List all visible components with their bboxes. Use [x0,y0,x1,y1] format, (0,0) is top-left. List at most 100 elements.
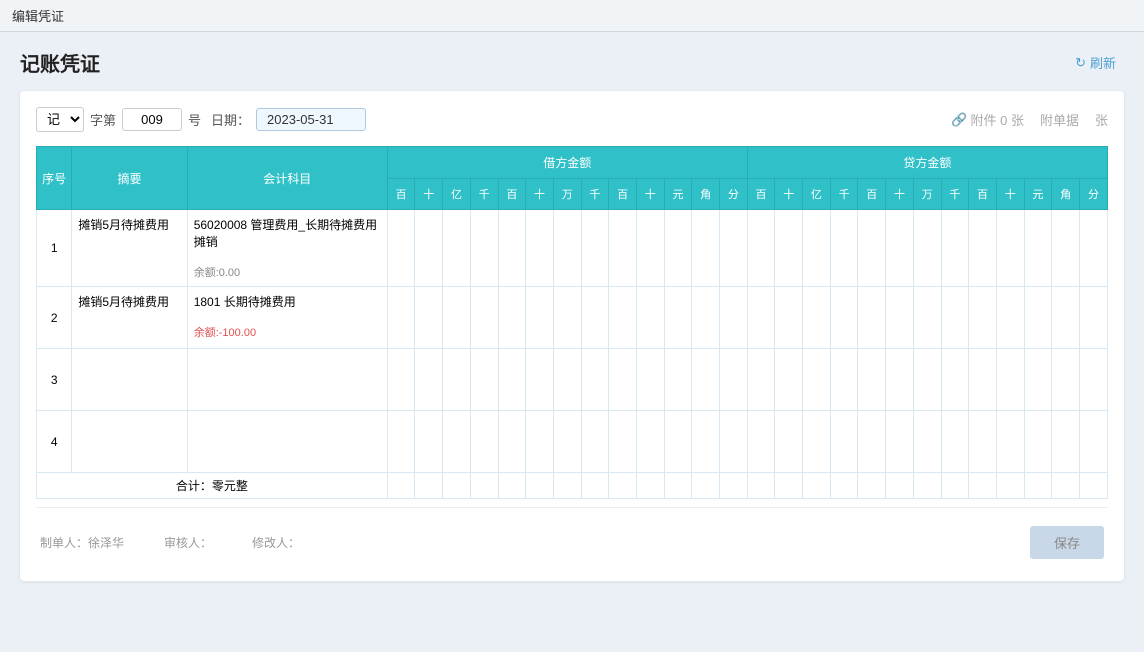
cell-amount-1-1[interactable] [415,287,443,349]
cell-amount-3-25[interactable] [1079,411,1107,473]
cell-amount-2-17[interactable] [858,349,886,411]
cell-account-3[interactable] [187,411,387,473]
cell-amount-1-17[interactable] [858,287,886,349]
cell-amount-0-11[interactable] [692,210,720,287]
cell-amount-1-5[interactable] [526,287,554,349]
cell-amount-1-21[interactable] [969,287,997,349]
cell-amount-2-20[interactable] [941,349,969,411]
cell-amount-0-16[interactable] [830,210,858,287]
cell-amount-1-2[interactable] [443,287,471,349]
cell-amount-3-7[interactable] [581,411,609,473]
cell-amount-3-21[interactable] [969,411,997,473]
table-row[interactable]: 4 [37,411,1108,473]
cell-amount-3-2[interactable] [443,411,471,473]
cell-amount-0-9[interactable] [636,210,664,287]
cell-amount-0-22[interactable] [996,210,1024,287]
cell-amount-3-23[interactable] [1024,411,1052,473]
cell-amount-3-1[interactable] [415,411,443,473]
save-button[interactable]: 保存 [1030,526,1104,559]
cell-amount-1-12[interactable] [720,287,748,349]
cell-amount-3-0[interactable] [387,411,415,473]
cell-amount-0-7[interactable] [581,210,609,287]
cell-summary-3[interactable] [72,411,187,473]
cell-amount-2-12[interactable] [720,349,748,411]
cell-amount-1-19[interactable] [913,287,941,349]
cell-summary-2[interactable] [72,349,187,411]
cell-amount-3-16[interactable] [830,411,858,473]
attachment-link[interactable]: 🔗 附件 0 张 [951,110,1024,129]
table-row[interactable]: 1摊销5月待摊费用56020008 管理费用_长期待摊费用摊销余额:0.00 [37,210,1108,287]
cell-amount-2-25[interactable] [1079,349,1107,411]
cell-amount-1-7[interactable] [581,287,609,349]
cell-amount-0-17[interactable] [858,210,886,287]
cell-amount-2-10[interactable] [664,349,692,411]
cell-amount-3-6[interactable] [553,411,581,473]
cell-amount-1-3[interactable] [470,287,498,349]
cell-amount-0-10[interactable] [664,210,692,287]
cell-amount-1-9[interactable] [636,287,664,349]
cell-amount-2-21[interactable] [969,349,997,411]
cell-amount-1-16[interactable] [830,287,858,349]
cell-amount-3-11[interactable] [692,411,720,473]
cell-account-0[interactable]: 56020008 管理费用_长期待摊费用摊销余额:0.00 [187,210,387,287]
cell-amount-1-20[interactable] [941,287,969,349]
cell-amount-3-4[interactable] [498,411,526,473]
cell-amount-0-1[interactable] [415,210,443,287]
table-row[interactable]: 3 [37,349,1108,411]
cell-amount-3-10[interactable] [664,411,692,473]
cell-amount-1-22[interactable] [996,287,1024,349]
cell-amount-0-13[interactable] [747,210,775,287]
cell-amount-1-13[interactable] [747,287,775,349]
cell-amount-2-19[interactable] [913,349,941,411]
cell-amount-0-0[interactable] [387,210,415,287]
cell-amount-2-11[interactable] [692,349,720,411]
cell-amount-0-8[interactable] [609,210,637,287]
cell-amount-1-10[interactable] [664,287,692,349]
cell-account-2[interactable] [187,349,387,411]
cell-amount-2-9[interactable] [636,349,664,411]
cell-amount-0-18[interactable] [886,210,914,287]
cell-amount-0-23[interactable] [1024,210,1052,287]
cell-amount-2-1[interactable] [415,349,443,411]
cell-amount-0-5[interactable] [526,210,554,287]
cell-amount-1-6[interactable] [553,287,581,349]
voucher-number-input[interactable] [122,108,182,131]
cell-amount-1-18[interactable] [886,287,914,349]
cell-amount-2-7[interactable] [581,349,609,411]
cell-amount-0-4[interactable] [498,210,526,287]
cell-amount-1-4[interactable] [498,287,526,349]
cell-amount-2-15[interactable] [803,349,831,411]
cell-amount-1-8[interactable] [609,287,637,349]
cell-amount-2-5[interactable] [526,349,554,411]
cell-amount-3-5[interactable] [526,411,554,473]
cell-amount-3-19[interactable] [913,411,941,473]
cell-amount-0-14[interactable] [775,210,803,287]
cell-amount-3-22[interactable] [996,411,1024,473]
cell-amount-0-2[interactable] [443,210,471,287]
cell-amount-0-21[interactable] [969,210,997,287]
cell-amount-3-17[interactable] [858,411,886,473]
cell-amount-1-15[interactable] [803,287,831,349]
cell-amount-1-14[interactable] [775,287,803,349]
cell-amount-2-16[interactable] [830,349,858,411]
cell-amount-0-6[interactable] [553,210,581,287]
date-input[interactable] [256,108,366,131]
voucher-type-select[interactable]: 记 [36,107,84,132]
cell-summary-1[interactable]: 摊销5月待摊费用 [72,287,187,349]
cell-amount-1-0[interactable] [387,287,415,349]
cell-amount-2-22[interactable] [996,349,1024,411]
cell-amount-2-18[interactable] [886,349,914,411]
cell-amount-2-23[interactable] [1024,349,1052,411]
cell-summary-0[interactable]: 摊销5月待摊费用 [72,210,187,287]
cell-amount-0-3[interactable] [470,210,498,287]
cell-amount-0-19[interactable] [913,210,941,287]
cell-amount-3-18[interactable] [886,411,914,473]
cell-amount-0-20[interactable] [941,210,969,287]
cell-amount-3-8[interactable] [609,411,637,473]
cell-amount-3-14[interactable] [775,411,803,473]
cell-amount-2-14[interactable] [775,349,803,411]
cell-amount-3-3[interactable] [470,411,498,473]
cell-amount-2-8[interactable] [609,349,637,411]
cell-amount-3-15[interactable] [803,411,831,473]
cell-amount-1-23[interactable] [1024,287,1052,349]
